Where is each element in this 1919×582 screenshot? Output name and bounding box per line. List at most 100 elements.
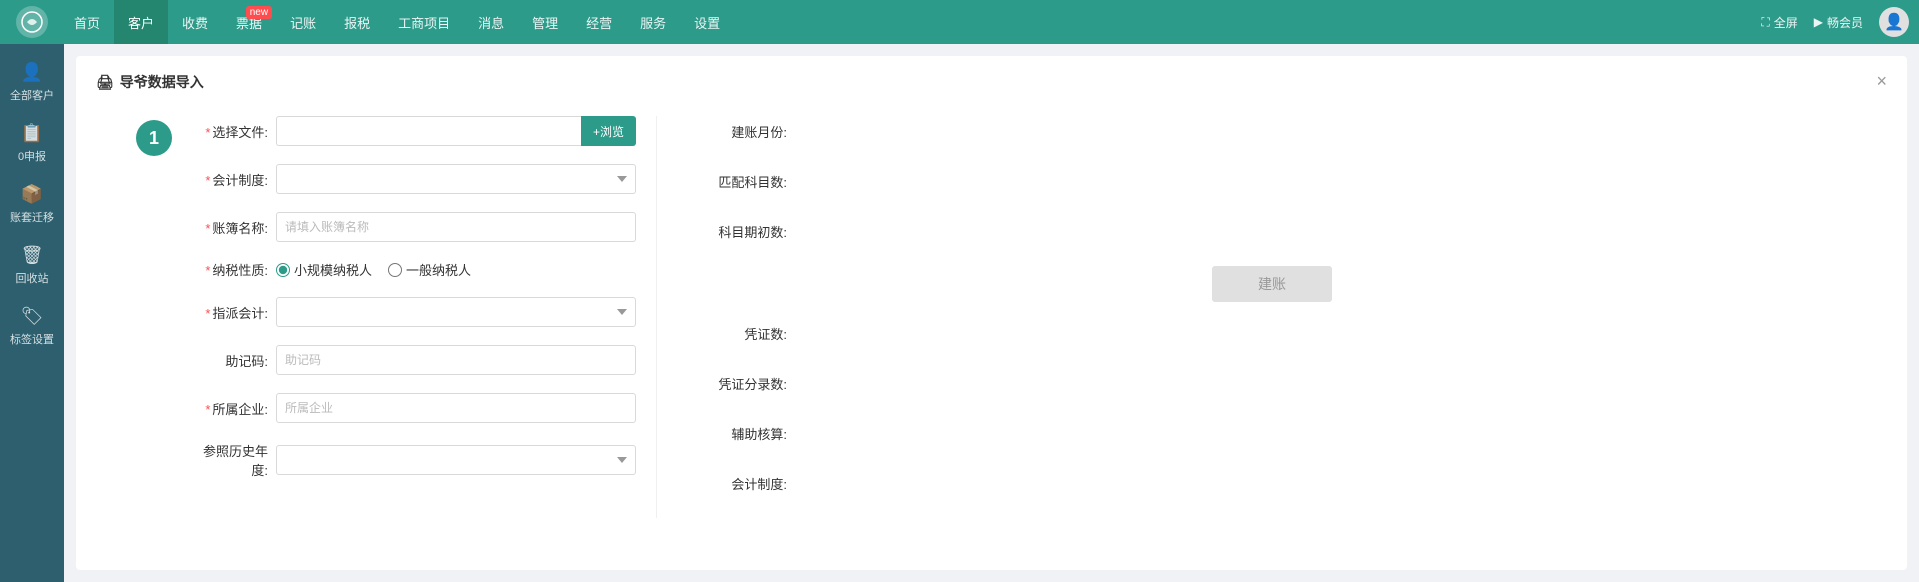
sidebar-icon: 👤	[21, 62, 43, 83]
ledger-name-input[interactable]	[276, 212, 636, 242]
sidebar-icon: 🏷	[21, 306, 44, 327]
sidebar-label: 账套迁移	[10, 209, 54, 225]
nav-item-工商项目[interactable]: 工商项目	[384, 0, 464, 44]
nav-item-记账[interactable]: 记账	[276, 0, 330, 44]
form-container: 1 *选择文件: +浏览	[96, 116, 1887, 518]
nav-item-报税[interactable]: 报税	[330, 0, 384, 44]
nav-items: 首页客户收费票据new记账报税工商项目消息管理经营服务设置	[60, 0, 1761, 44]
form-right: 建账月份: 匹配科目数: 科目期初数: 建账	[656, 116, 1847, 518]
logo-area	[10, 0, 54, 44]
voucher-count-row: 凭证数:	[697, 318, 1847, 348]
voucher-entries-value	[795, 368, 1847, 398]
company-input[interactable]	[276, 393, 636, 423]
accounting-system-row: *会计制度:	[188, 164, 636, 194]
build-month-label: 建账月份:	[697, 122, 787, 141]
sidebar-icon: 🗑	[21, 245, 44, 266]
assign-accountant-select[interactable]	[276, 297, 636, 327]
membership-btn[interactable]: ▶ 畅会员	[1814, 14, 1863, 31]
match-subjects-row: 匹配科目数:	[697, 166, 1847, 196]
file-label: *选择文件:	[188, 122, 268, 141]
sidebar-item-标签设置[interactable]: 🏷 标签设置	[0, 296, 64, 357]
form-fields: *选择文件: +浏览 *会计制度:	[188, 116, 636, 497]
auxiliary-label: 辅助核算:	[697, 424, 787, 443]
voucher-count-label: 凭证数:	[697, 324, 787, 343]
browse-button[interactable]: +浏览	[581, 116, 636, 146]
page-title-text: 导爷数据导入	[120, 72, 204, 92]
company-label: *所属企业:	[188, 399, 268, 418]
sidebar-label: 回收站	[16, 270, 49, 286]
tax-general-radio[interactable]: 一般纳税人	[388, 260, 471, 279]
step-number: 1	[149, 128, 159, 149]
build-month-row: 建账月份:	[697, 116, 1847, 146]
initial-balance-label: 科目期初数:	[697, 222, 787, 241]
auxiliary-row: 辅助核算:	[697, 418, 1847, 448]
memo-input[interactable]	[276, 345, 636, 375]
sidebar-label: 0申报	[18, 148, 46, 164]
build-button[interactable]: 建账	[1212, 266, 1332, 302]
nav-item-设置[interactable]: 设置	[680, 0, 734, 44]
page-title-icon: 🖨	[96, 74, 114, 91]
company-row: *所属企业:	[188, 393, 636, 423]
right-accounting-system-value	[795, 468, 1847, 498]
fullscreen-label: 全屏	[1774, 14, 1798, 31]
content-area: 🖨 导爷数据导入 × 1 *选择文件:	[76, 56, 1907, 570]
sidebar-label: 全部客户	[10, 87, 54, 103]
assign-accountant-label: *指派会计:	[188, 303, 268, 322]
avatar-icon: 👤	[1884, 12, 1904, 32]
close-button[interactable]: ×	[1876, 72, 1887, 90]
fullscreen-btn[interactable]: ⛶ 全屏	[1761, 14, 1797, 31]
play-icon: ▶	[1814, 15, 1823, 29]
fullscreen-icon: ⛶	[1761, 15, 1769, 30]
voucher-entries-row: 凭证分录数:	[697, 368, 1847, 398]
sidebar-icon: 📋	[21, 123, 43, 144]
memo-row: 助记码:	[188, 345, 636, 375]
tax-type-row: *纳税性质: 小规模纳税人 一般纳税人	[188, 260, 636, 279]
logo-icon	[16, 6, 48, 38]
sidebar-item-回收站[interactable]: 🗑 回收站	[0, 235, 64, 296]
right-accounting-system-label: 会计制度:	[697, 474, 787, 493]
voucher-count-value	[795, 318, 1847, 348]
tax-small-radio[interactable]: 小规模纳税人	[276, 260, 372, 279]
nav-badge: new	[246, 6, 272, 19]
sidebar-item-全部客户[interactable]: 👤 全部客户	[0, 52, 64, 113]
top-nav: 首页客户收费票据new记账报税工商项目消息管理经营服务设置 ⛶ 全屏 ▶ 畅会员…	[0, 0, 1919, 44]
reference-year-label: 参照历史年度:	[188, 441, 268, 479]
accounting-system-label: *会计制度:	[188, 170, 268, 189]
tax-small-input[interactable]	[276, 263, 290, 277]
main-content: 🖨 导爷数据导入 × 1 *选择文件:	[64, 44, 1919, 582]
file-row: *选择文件: +浏览	[188, 116, 636, 146]
nav-item-客户[interactable]: 客户	[114, 0, 168, 44]
membership-label: 畅会员	[1827, 14, 1863, 31]
step-indicator: 1	[136, 120, 172, 156]
ledger-name-label: *账簿名称:	[188, 218, 268, 237]
sidebar-icon: 📦	[21, 184, 43, 205]
nav-item-管理[interactable]: 管理	[518, 0, 572, 44]
nav-item-票据[interactable]: 票据new	[222, 0, 276, 44]
nav-item-消息[interactable]: 消息	[464, 0, 518, 44]
nav-item-首页[interactable]: 首页	[60, 0, 114, 44]
initial-balance-value	[795, 216, 1847, 246]
ledger-name-row: *账簿名称:	[188, 212, 636, 242]
tax-small-label: 小规模纳税人	[294, 260, 372, 279]
nav-item-服务[interactable]: 服务	[626, 0, 680, 44]
build-month-value	[795, 116, 1847, 146]
reference-year-select[interactable]	[276, 445, 636, 475]
nav-item-经营[interactable]: 经营	[572, 0, 626, 44]
nav-item-收费[interactable]: 收费	[168, 0, 222, 44]
tax-general-input[interactable]	[388, 263, 402, 277]
accounting-system-select[interactable]	[276, 164, 636, 194]
memo-label: 助记码:	[188, 351, 268, 370]
right-accounting-system-row: 会计制度:	[697, 468, 1847, 498]
initial-balance-row: 科目期初数:	[697, 216, 1847, 246]
sidebar-item-账套迁移[interactable]: 📦 账套迁移	[0, 174, 64, 235]
tax-type-label: *纳税性质:	[188, 260, 268, 279]
sidebar-label: 标签设置	[10, 331, 54, 347]
sidebar: 👤 全部客户 📋 0申报 📦 账套迁移 🗑 回收站 🏷 标签设置	[0, 44, 64, 582]
reference-year-row: 参照历史年度:	[188, 441, 636, 479]
file-input[interactable]	[276, 116, 581, 146]
form-left: 1 *选择文件: +浏览	[136, 116, 636, 518]
voucher-entries-label: 凭证分录数:	[697, 374, 787, 393]
page-title: 🖨 导爷数据导入	[96, 72, 1887, 92]
sidebar-item-0申报[interactable]: 📋 0申报	[0, 113, 64, 174]
avatar[interactable]: 👤	[1879, 7, 1909, 37]
